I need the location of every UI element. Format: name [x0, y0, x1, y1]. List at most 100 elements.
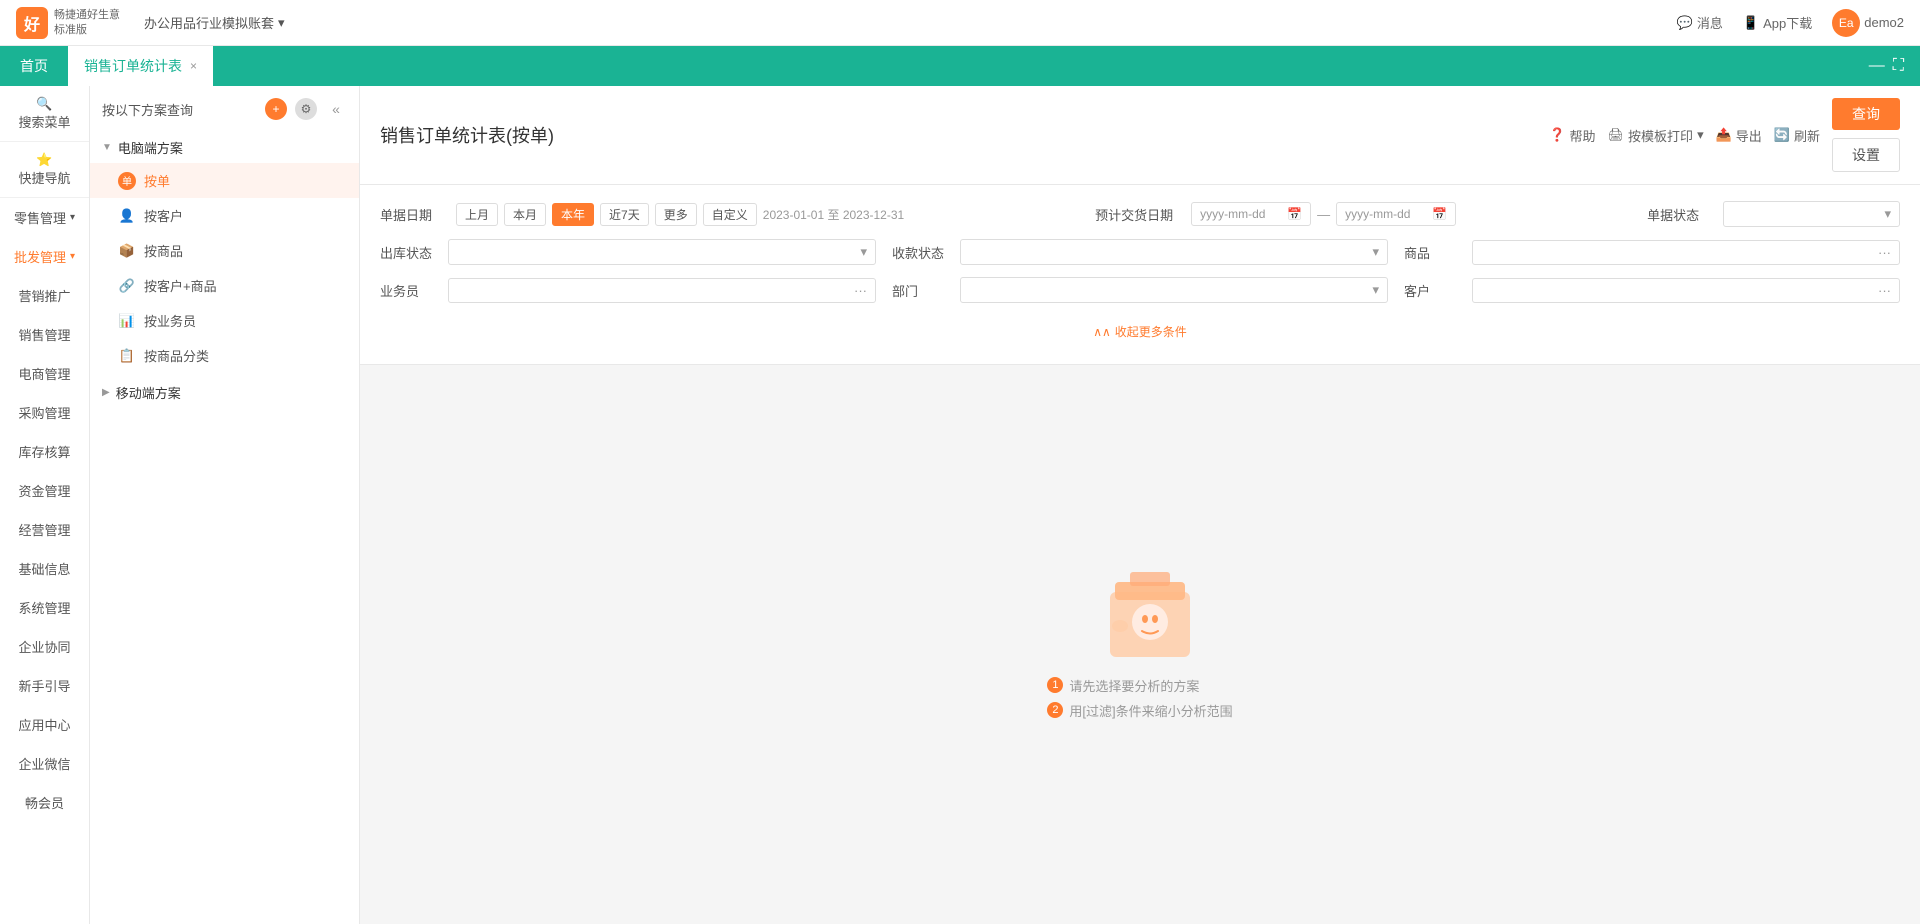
sidebar-item-marketing[interactable]: 营销推广: [0, 276, 89, 315]
query-button[interactable]: 查询: [1832, 98, 1900, 130]
date-input-group: yyyy-mm-dd 📅 — yyyy-mm-dd 📅: [1191, 202, 1456, 226]
action-buttons: 查询 设置: [1832, 98, 1900, 172]
sidebar-item-wechat[interactable]: 企业微信: [0, 744, 89, 783]
chevron-down-icon: ▾: [1372, 282, 1379, 298]
message-button[interactable]: 💬 消息: [1677, 13, 1723, 32]
more-options-icon[interactable]: ···: [1878, 283, 1891, 298]
customer-select[interactable]: ···: [1472, 278, 1900, 303]
help-button[interactable]: ❓ 帮助: [1549, 126, 1595, 145]
scheme-settings-button[interactable]: ⚙: [295, 98, 317, 120]
date-from-input[interactable]: yyyy-mm-dd 📅: [1191, 202, 1311, 226]
sidebar-item-enterprise[interactable]: 企业协同: [0, 627, 89, 666]
minimize-button[interactable]: —: [1869, 57, 1885, 75]
ship-status-select[interactable]: ▾: [448, 239, 876, 265]
pay-status-item: 收款状态 ▾: [892, 239, 1388, 265]
scheme-item-by-customer-product[interactable]: 🔗 按客户+商品: [90, 268, 359, 303]
sidebar-item-purchase[interactable]: 采购管理: [0, 393, 89, 432]
prev-month-btn[interactable]: 上月: [456, 203, 498, 226]
collapse-panel-button[interactable]: «: [325, 98, 347, 120]
dept-select[interactable]: ▾: [960, 277, 1388, 303]
more-options-icon[interactable]: ···: [854, 283, 867, 298]
scheme-item-by-staff[interactable]: 📊 按业务员: [90, 303, 359, 338]
user-menu[interactable]: Ea demo2: [1832, 9, 1904, 37]
sidebar-item-vip[interactable]: 畅会员: [0, 783, 89, 822]
pay-status-select[interactable]: ▾: [960, 239, 1388, 265]
product-select[interactable]: ···: [1472, 240, 1900, 265]
tip-num-2: 2: [1047, 702, 1063, 718]
add-scheme-button[interactable]: +: [265, 98, 287, 120]
filter-row-staff: 业务员 ··· 部门 ▾ 客户: [380, 277, 1900, 303]
sidebar-quick-nav[interactable]: ⭐ 快捷导航: [0, 142, 89, 198]
custom-btn[interactable]: 自定义: [703, 203, 757, 226]
pay-status-label: 收款状态: [892, 243, 952, 262]
last7-btn[interactable]: 近7天: [600, 203, 649, 226]
status-select[interactable]: ▾: [1723, 201, 1900, 227]
this-month-btn[interactable]: 本月: [504, 203, 546, 226]
scheme-item-by-category[interactable]: 📋 按商品分类: [90, 338, 359, 373]
scheme-group-label: 电脑端方案: [118, 138, 183, 157]
settings-button[interactable]: 设置: [1832, 138, 1900, 172]
filter-area: 单据日期 上月 本月 本年 近7天 更多 自定义 2023-01-01 至 20…: [360, 185, 1920, 365]
scheme-group-mobile-header[interactable]: ▶ 移动端方案: [90, 377, 359, 408]
export-button[interactable]: 📤 导出: [1716, 126, 1762, 145]
tab-close-button[interactable]: ×: [190, 59, 197, 73]
left-panel-actions: + ⚙ «: [265, 98, 347, 120]
scheme-item-by-product[interactable]: 📦 按商品: [90, 233, 359, 268]
date-separator: —: [1317, 207, 1330, 222]
scheme-item-by-order[interactable]: 单 按单: [90, 163, 359, 198]
date-label: 单据日期: [380, 205, 440, 224]
sidebar-item-system[interactable]: 系统管理: [0, 588, 89, 627]
refresh-button[interactable]: 🔄 刷新: [1774, 126, 1820, 145]
sidebar-item-inventory[interactable]: 库存核算: [0, 432, 89, 471]
print-dropdown-icon: ▾: [1697, 127, 1704, 143]
scheme-label: 按单: [144, 171, 170, 190]
chevron-down-icon: ▾: [860, 244, 867, 260]
scheme-icon-customer: 👤: [118, 207, 136, 225]
staff-select[interactable]: ···: [448, 278, 876, 303]
scheme-group-desktop-header[interactable]: ▼ 电脑端方案: [90, 132, 359, 163]
sidebar-item-finance[interactable]: 资金管理: [0, 471, 89, 510]
tab-active[interactable]: 销售订单统计表 ×: [68, 46, 213, 86]
search-icon: 🔍: [8, 96, 81, 112]
date-to-input[interactable]: yyyy-mm-dd 📅: [1336, 202, 1456, 226]
content-area: 按以下方案查询 + ⚙ « ▼ 电脑端方案 单 按单 👤: [90, 86, 1920, 924]
dept-item: 部门 ▾: [892, 277, 1388, 303]
left-panel-title: 按以下方案查询: [102, 100, 193, 119]
sidebar-item-appcenter[interactable]: 应用中心: [0, 705, 89, 744]
top-bar-left: 好 畅捷通好生意 标准版 办公用品行业模拟账套 ▾: [16, 7, 285, 39]
filter-row-status: 出库状态 ▾ 收款状态 ▾ 商品: [380, 239, 1900, 265]
scheme-item-by-customer[interactable]: 👤 按客户: [90, 198, 359, 233]
dept-label: 部门: [892, 281, 952, 300]
template-print-button[interactable]: 🖨 按模板打印 ▾: [1608, 126, 1704, 145]
star-icon: ⭐: [8, 152, 81, 168]
tab-home[interactable]: 首页: [0, 46, 68, 86]
sidebar-item-wholesale[interactable]: 批发管理: [0, 237, 89, 276]
tab-bar: 首页 销售订单统计表 × — ⛶: [0, 46, 1920, 86]
sidebar-item-basic[interactable]: 基础信息: [0, 549, 89, 588]
calendar-icon: 📅: [1432, 207, 1447, 221]
more-options-icon[interactable]: ···: [1878, 245, 1891, 260]
more-btn[interactable]: 更多: [655, 203, 697, 226]
sidebar-search[interactable]: 🔍 搜索菜单: [0, 86, 89, 142]
ship-status-label: 出库状态: [380, 243, 440, 262]
empty-state: 1 请先选择要分析的方案 2 用[过滤]条件来缩小分析范围: [360, 365, 1920, 924]
scheme-label: 按商品分类: [144, 346, 209, 365]
this-year-btn[interactable]: 本年: [552, 203, 594, 226]
maximize-button[interactable]: ⛶: [1893, 57, 1904, 75]
sidebar-item-operations[interactable]: 经营管理: [0, 510, 89, 549]
sidebar-item-newbie[interactable]: 新手引导: [0, 666, 89, 705]
staff-item: 业务员 ···: [380, 278, 876, 303]
collapse-filters-button[interactable]: ∧∧ 收起更多条件: [380, 315, 1900, 348]
industry-selector[interactable]: 办公用品行业模拟账套 ▾: [144, 13, 285, 32]
logo-area: 好 畅捷通好生意 标准版: [16, 7, 120, 39]
empty-tip-1: 1 请先选择要分析的方案: [1047, 676, 1232, 695]
avatar: Ea: [1832, 9, 1860, 37]
chevron-down-icon: ▾: [1884, 206, 1891, 222]
sidebar-item-ecommerce[interactable]: 电商管理: [0, 354, 89, 393]
sidebar-item-sales[interactable]: 销售管理: [0, 315, 89, 354]
tab-bar-actions: — ⛶: [1869, 57, 1904, 75]
sidebar-item-retail[interactable]: 零售管理: [0, 198, 89, 237]
refresh-icon: 🔄: [1774, 127, 1790, 143]
app-download-button[interactable]: 📱 App下载: [1743, 13, 1812, 32]
date-range-text: 2023-01-01 至 2023-12-31: [763, 206, 904, 223]
